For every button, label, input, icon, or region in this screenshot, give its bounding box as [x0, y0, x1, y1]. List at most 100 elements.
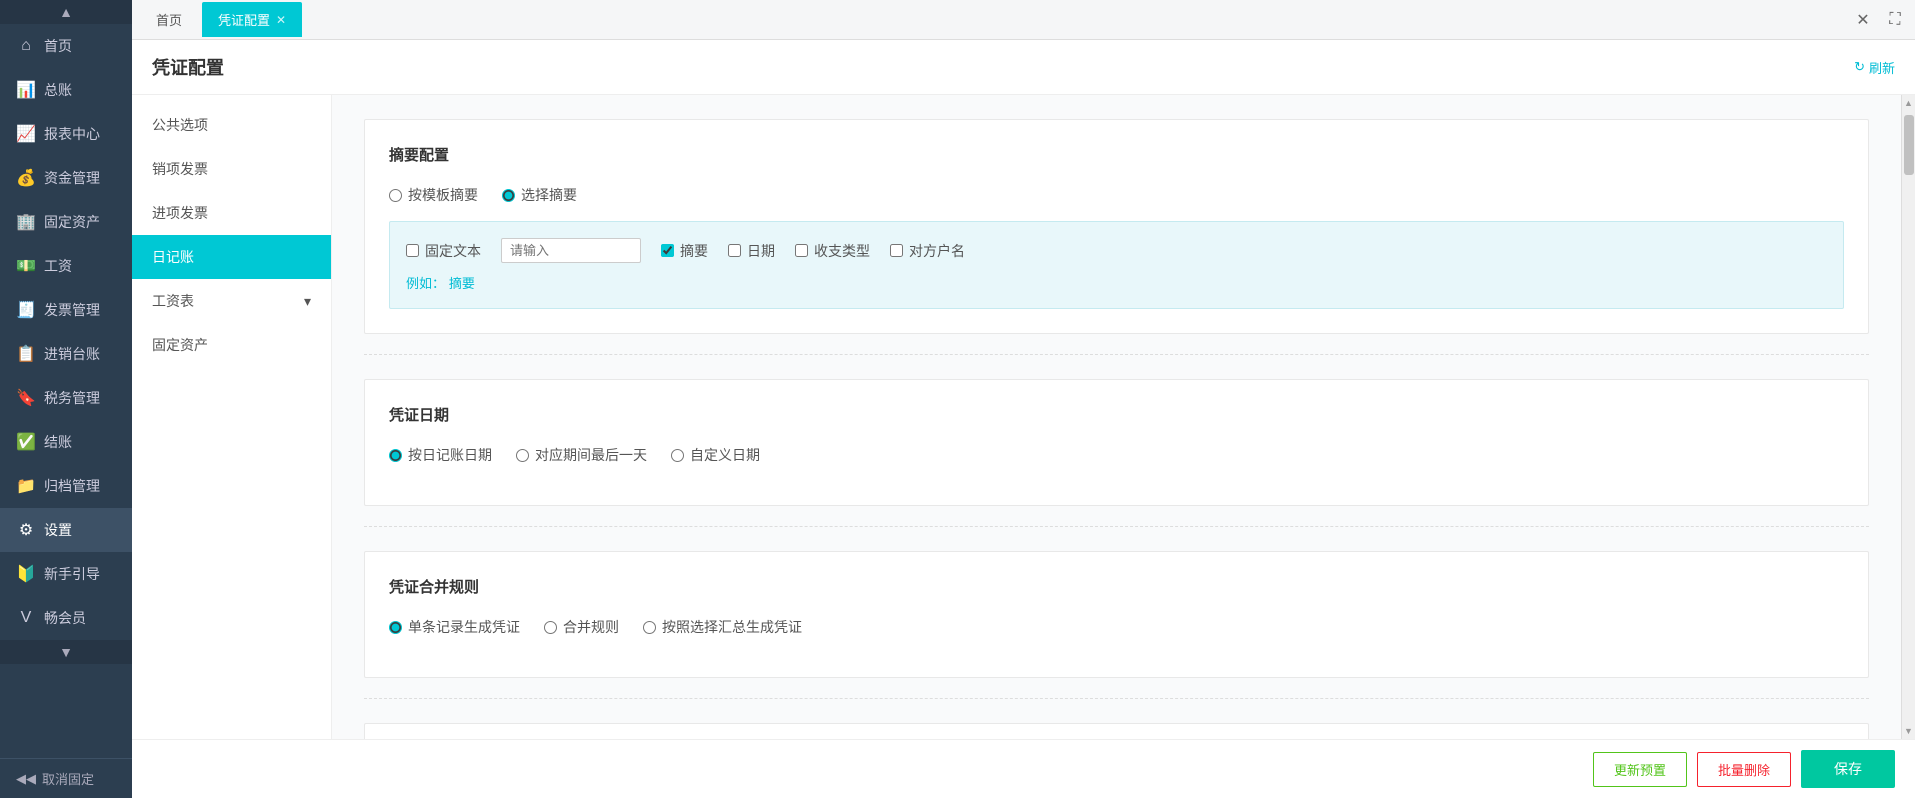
update-preview-button[interactable]: 更新预置 [1593, 752, 1687, 787]
select-mode-radio[interactable] [502, 189, 515, 202]
refresh-label: 刷新 [1869, 58, 1895, 77]
sidebar-item-archive[interactable]: 📁 归档管理 [0, 464, 132, 508]
by-selection-radio[interactable] [643, 621, 656, 634]
merge-rule-label: 合并规则 [563, 617, 619, 637]
sales-ledger-icon: 📋 [16, 344, 36, 364]
bottom-toolbar: 更新预置 批量删除 保存 [132, 739, 1915, 798]
summary-section-title: 摘要配置 [389, 144, 1844, 165]
fixed-text-input[interactable] [501, 238, 641, 263]
left-nav-purchase-invoice[interactable]: 进项发票 [132, 191, 331, 235]
by-journal-date-radio[interactable] [389, 449, 402, 462]
sidebar-item-vip[interactable]: V 畅会员 [0, 596, 132, 640]
scroll-up-arrow[interactable]: ▲ [1902, 95, 1915, 111]
tab-voucher-config-label: 凭证配置 [218, 10, 270, 29]
custom-date-option[interactable]: 自定义日期 [671, 445, 760, 465]
scroll-down-arrow[interactable]: ▼ [1902, 723, 1915, 739]
tab-home[interactable]: 首页 [140, 2, 198, 37]
left-nav: 公共选项 销项发票 进项发票 日记账 工资表 ▾ 固定资产 [132, 95, 332, 739]
counterpart-option[interactable]: 对方户名 [890, 241, 965, 261]
fixed-text-option[interactable]: 固定文本 [406, 241, 481, 261]
save-button[interactable]: 保存 [1801, 750, 1895, 788]
counterpart-label: 对方户名 [909, 241, 965, 261]
divider-1 [364, 354, 1869, 355]
left-nav-fixed-assets-label: 固定资产 [152, 335, 208, 355]
sidebar-item-reports[interactable]: 📈 报表中心 [0, 112, 132, 156]
left-nav-public[interactable]: 公共选项 [132, 103, 331, 147]
left-nav-payroll[interactable]: 工资表 ▾ [132, 279, 331, 323]
page-content: 凭证配置 ↻ 刷新 公共选项 销项发票 进项发票 日记账 [132, 40, 1915, 798]
left-nav-sales-invoice[interactable]: 销项发票 [132, 147, 331, 191]
sidebar-item-ledger[interactable]: 📊 总账 [0, 68, 132, 112]
date-checkbox[interactable] [728, 244, 741, 257]
template-mode-option[interactable]: 按模板摘要 [389, 185, 478, 205]
voucher-date-section: 凭证日期 按日记账日期 对应期间最后一天 自定义日期 [364, 379, 1869, 506]
assets-icon: 🏢 [16, 212, 36, 232]
example-row: 例如： 摘要 [406, 273, 1827, 292]
tab-voucher-config[interactable]: 凭证配置 ✕ [202, 2, 302, 37]
income-type-checkbox[interactable] [795, 244, 808, 257]
tab-close-icon[interactable]: ✕ [276, 13, 286, 27]
expand-window-button[interactable]: ⛶ [1883, 8, 1907, 32]
sidebar-item-tax[interactable]: 🔖 税务管理 [0, 376, 132, 420]
sidebar-item-guide[interactable]: 🔰 新手引导 [0, 552, 132, 596]
single-record-radio[interactable] [389, 621, 402, 634]
template-mode-label: 按模板摘要 [408, 185, 478, 205]
by-selection-label: 按照选择汇总生成凭证 [662, 617, 802, 637]
sidebar-item-label: 报表中心 [44, 124, 100, 144]
reports-icon: 📈 [16, 124, 36, 144]
last-day-option[interactable]: 对应期间最后一天 [516, 445, 647, 465]
merge-rule-option[interactable]: 合并规则 [544, 617, 619, 637]
last-day-radio[interactable] [516, 449, 529, 462]
left-nav-public-label: 公共选项 [152, 115, 208, 135]
summary-option[interactable]: 摘要 [661, 241, 708, 261]
sidebar-unpin-button[interactable]: ◀◀ 取消固定 [0, 758, 132, 798]
summary-mode-group: 按模板摘要 选择摘要 [389, 185, 1844, 205]
invoice-mgmt-icon: 🧾 [16, 300, 36, 320]
sidebar-item-home[interactable]: ⌂ 首页 [0, 24, 132, 68]
merge-rule-radio[interactable] [544, 621, 557, 634]
sidebar-scroll-up[interactable]: ▲ [0, 0, 132, 24]
date-label: 日期 [747, 241, 775, 261]
config-panel: 摘要配置 按模板摘要 选择摘要 [332, 95, 1901, 739]
example-prefix: 例如： [406, 276, 445, 291]
left-nav-fixed-assets[interactable]: 固定资产 [132, 323, 331, 367]
by-selection-option[interactable]: 按照选择汇总生成凭证 [643, 617, 802, 637]
close-window-button[interactable]: ✕ [1851, 8, 1875, 32]
scroll-thumb[interactable] [1904, 115, 1914, 175]
summary-checkbox[interactable] [661, 244, 674, 257]
sidebar-item-label: 总账 [44, 80, 72, 100]
vip-icon: V [16, 609, 36, 627]
sidebar-item-invoice-mgmt[interactable]: 🧾 发票管理 [0, 288, 132, 332]
payroll-expand-icon: ▾ [304, 293, 311, 310]
sidebar-item-settlement[interactable]: ✅ 结账 [0, 420, 132, 464]
by-journal-date-option[interactable]: 按日记账日期 [389, 445, 492, 465]
fixed-text-checkbox[interactable] [406, 244, 419, 257]
income-type-option[interactable]: 收支类型 [795, 241, 870, 261]
content-area: 公共选项 销项发票 进项发票 日记账 工资表 ▾ 固定资产 [132, 95, 1915, 739]
counterpart-checkbox[interactable] [890, 244, 903, 257]
select-mode-option[interactable]: 选择摘要 [502, 185, 577, 205]
sidebar-item-assets[interactable]: 🏢 固定资产 [0, 200, 132, 244]
tab-bar: 首页 凭证配置 ✕ ✕ ⛶ [132, 0, 1915, 40]
date-option[interactable]: 日期 [728, 241, 775, 261]
tab-home-label: 首页 [156, 10, 182, 29]
single-record-option[interactable]: 单条记录生成凭证 [389, 617, 520, 637]
left-nav-sales-invoice-label: 销项发票 [152, 159, 208, 179]
fixed-text-label: 固定文本 [425, 241, 481, 261]
sidebar-item-sales-ledger[interactable]: 📋 进销台账 [0, 332, 132, 376]
refresh-button[interactable]: ↻ 刷新 [1854, 58, 1895, 77]
batch-delete-button[interactable]: 批量删除 [1697, 752, 1791, 787]
sidebar-item-funds[interactable]: 💰 资金管理 [0, 156, 132, 200]
sidebar-item-settings[interactable]: ⚙ 设置 [0, 508, 132, 552]
custom-date-radio[interactable] [671, 449, 684, 462]
sidebar-item-label: 归档管理 [44, 476, 100, 496]
main-area: 首页 凭证配置 ✕ ✕ ⛶ 凭证配置 ↻ 刷新 公共选项 [132, 0, 1915, 798]
sidebar-scroll-down[interactable]: ▼ [0, 640, 132, 664]
sidebar-item-label: 首页 [44, 36, 72, 56]
sidebar-item-salary[interactable]: 💵 工资 [0, 244, 132, 288]
sidebar-item-label: 畅会员 [44, 608, 86, 628]
refresh-icon: ↻ [1854, 59, 1865, 75]
template-mode-radio[interactable] [389, 189, 402, 202]
sidebar-item-label: 发票管理 [44, 300, 100, 320]
left-nav-journal[interactable]: 日记账 [132, 235, 331, 279]
